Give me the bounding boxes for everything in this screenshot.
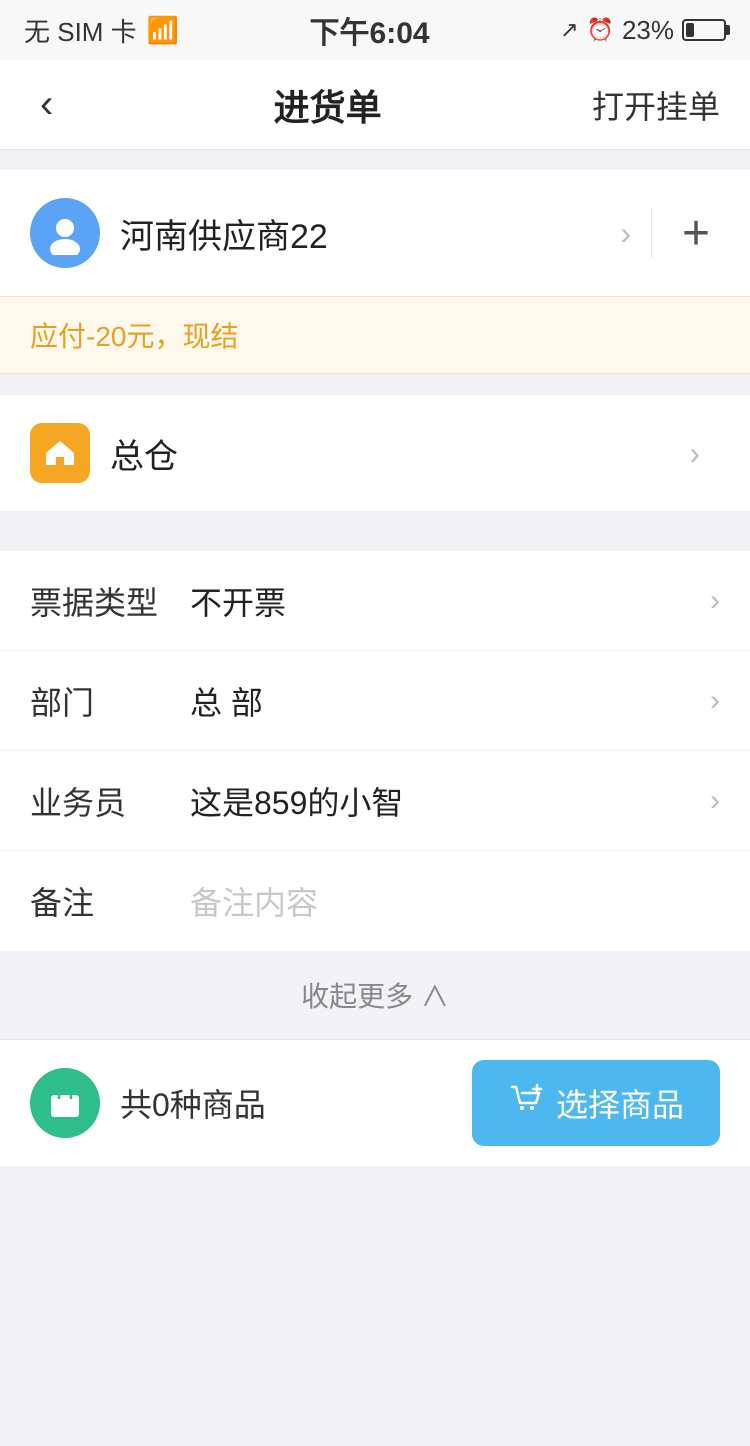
warehouse-row[interactable]: 总仓 › [0, 394, 750, 511]
notice-text: 应付-20元，现结 [30, 321, 238, 352]
section-gap-2 [0, 374, 750, 394]
dept-row[interactable]: 部门 总 部 › [0, 651, 750, 751]
sales-label: 业务员 [30, 778, 190, 824]
page-background [0, 1166, 750, 1446]
battery-percent: 23% [622, 15, 674, 46]
battery-bar [682, 19, 726, 41]
supplier-name: 河南供应商22 [120, 209, 620, 258]
battery-fill [686, 23, 694, 37]
remark-label: 备注 [30, 878, 190, 924]
warehouse-chevron-icon: › [689, 435, 700, 472]
select-product-button[interactable]: 选择商品 [472, 1060, 720, 1146]
sales-chevron-icon: › [710, 784, 720, 818]
add-supplier-button[interactable]: + [672, 206, 720, 261]
section-gap-1 [0, 150, 750, 170]
invoice-chevron-icon: › [710, 584, 720, 618]
select-product-icon [508, 1081, 544, 1125]
carrier-text: 无 SIM 卡 [24, 12, 137, 49]
bottom-bar: 共0种商品 选择商品 [0, 1039, 750, 1166]
sales-row[interactable]: 业务员 这是859的小智 › [0, 751, 750, 851]
page-title: 进货单 [274, 79, 382, 131]
select-product-label: 选择商品 [556, 1080, 684, 1126]
avatar [30, 198, 100, 268]
supplier-row[interactable]: 河南供应商22 › + [0, 170, 750, 296]
house-icon [42, 435, 78, 471]
cart-add-icon [508, 1081, 544, 1117]
dept-value: 总 部 [190, 678, 710, 724]
nav-bar: ‹ 进货单 打开挂单 [0, 60, 750, 150]
status-right: ↗ ⏰ 23% [560, 15, 726, 46]
warehouse-section: 总仓 › [0, 394, 750, 511]
invoice-value: 不开票 [190, 578, 710, 624]
notice-banner: 应付-20元，现结 [0, 296, 750, 374]
collapse-label: 收起更多 ∧ [301, 975, 449, 1015]
bag-icon [45, 1083, 85, 1123]
back-button[interactable]: ‹ [30, 82, 63, 127]
form-section: 票据类型 不开票 › 部门 总 部 › 业务员 这是859的小智 › 备注 备注… [0, 551, 750, 951]
remark-input[interactable]: 备注内容 [190, 878, 720, 924]
wifi-icon: 📶 [147, 15, 179, 46]
supplier-chevron-icon: › [620, 215, 631, 252]
product-icon [30, 1068, 100, 1138]
open-pending-button[interactable]: 打开挂单 [592, 82, 720, 128]
collapse-row[interactable]: 收起更多 ∧ [0, 951, 750, 1039]
warehouse-icon [30, 423, 90, 483]
status-left: 无 SIM 卡 📶 [24, 12, 179, 49]
product-count: 共0种商品 [120, 1080, 452, 1126]
separator [651, 208, 652, 258]
warehouse-name: 总仓 [110, 429, 689, 478]
person-icon [43, 211, 87, 255]
location-icon: ↗ [560, 17, 578, 43]
sales-value: 这是859的小智 [190, 778, 710, 824]
dept-chevron-icon: › [710, 684, 720, 718]
clock: 下午6:04 [310, 8, 430, 52]
status-bar: 无 SIM 卡 📶 下午6:04 ↗ ⏰ 23% [0, 0, 750, 60]
invoice-type-row[interactable]: 票据类型 不开票 › [0, 551, 750, 651]
alarm-icon: ⏰ [587, 17, 614, 43]
invoice-label: 票据类型 [30, 578, 190, 624]
supplier-section: 河南供应商22 › + 应付-20元，现结 [0, 170, 750, 374]
remark-row[interactable]: 备注 备注内容 [0, 851, 750, 951]
dept-label: 部门 [30, 678, 190, 724]
section-gap-3 [0, 511, 750, 531]
